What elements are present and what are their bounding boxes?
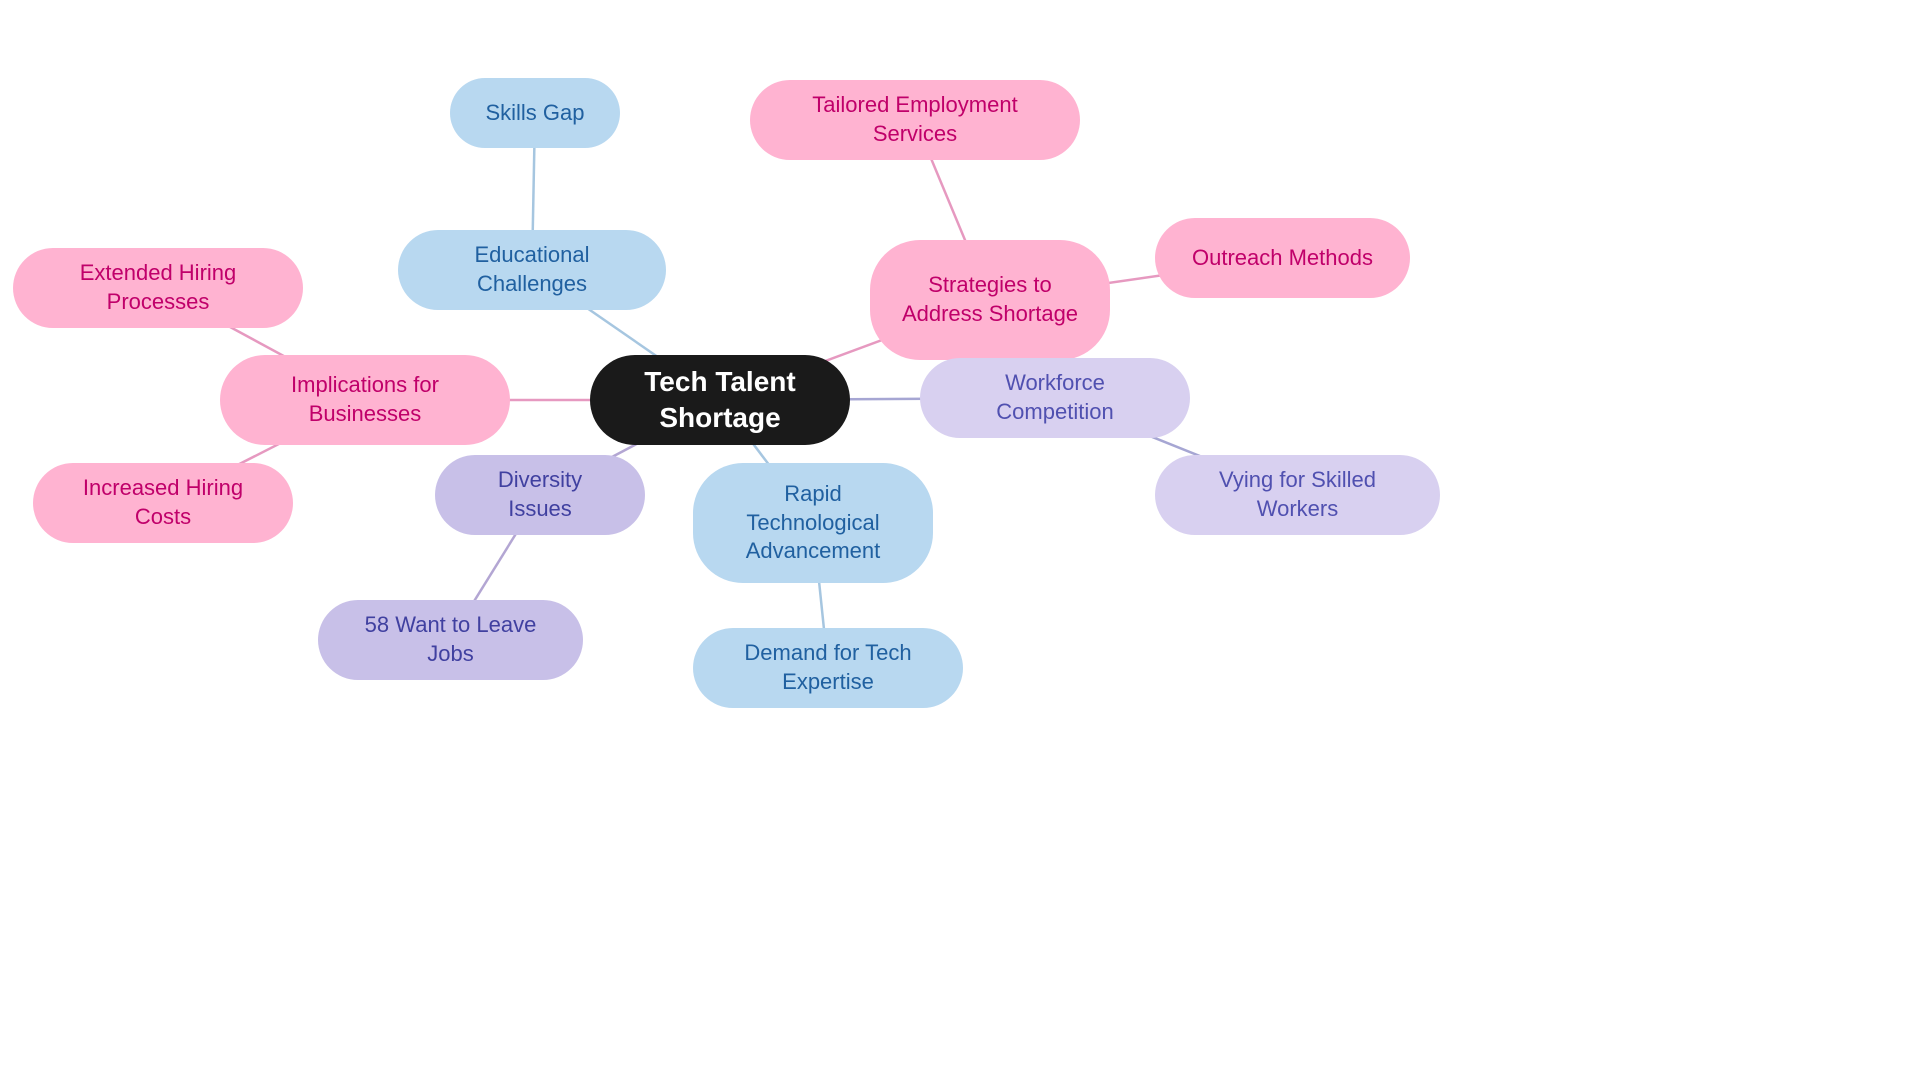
outreach-methods-node[interactable]: Outreach Methods xyxy=(1155,218,1410,298)
vying-for-workers-node[interactable]: Vying for Skilled Workers xyxy=(1155,455,1440,535)
extended-hiring-node[interactable]: Extended Hiring Processes xyxy=(13,248,303,328)
implications-node[interactable]: Implications for Businesses xyxy=(220,355,510,445)
rapid-tech-node[interactable]: Rapid Technological Advancement xyxy=(693,463,933,583)
diversity-issues-node[interactable]: Diversity Issues xyxy=(435,455,645,535)
skills-gap-node[interactable]: Skills Gap xyxy=(450,78,620,148)
want-to-leave-node[interactable]: 58 Want to Leave Jobs xyxy=(318,600,583,680)
increased-costs-node[interactable]: Increased Hiring Costs xyxy=(33,463,293,543)
strategies-node[interactable]: Strategies to Address Shortage xyxy=(870,240,1110,360)
educational-challenges-node[interactable]: Educational Challenges xyxy=(398,230,666,310)
demand-tech-node[interactable]: Demand for Tech Expertise xyxy=(693,628,963,708)
tailored-employment-node[interactable]: Tailored Employment Services xyxy=(750,80,1080,160)
center-node[interactable]: Tech Talent Shortage xyxy=(590,355,850,445)
workforce-competition-node[interactable]: Workforce Competition xyxy=(920,358,1190,438)
